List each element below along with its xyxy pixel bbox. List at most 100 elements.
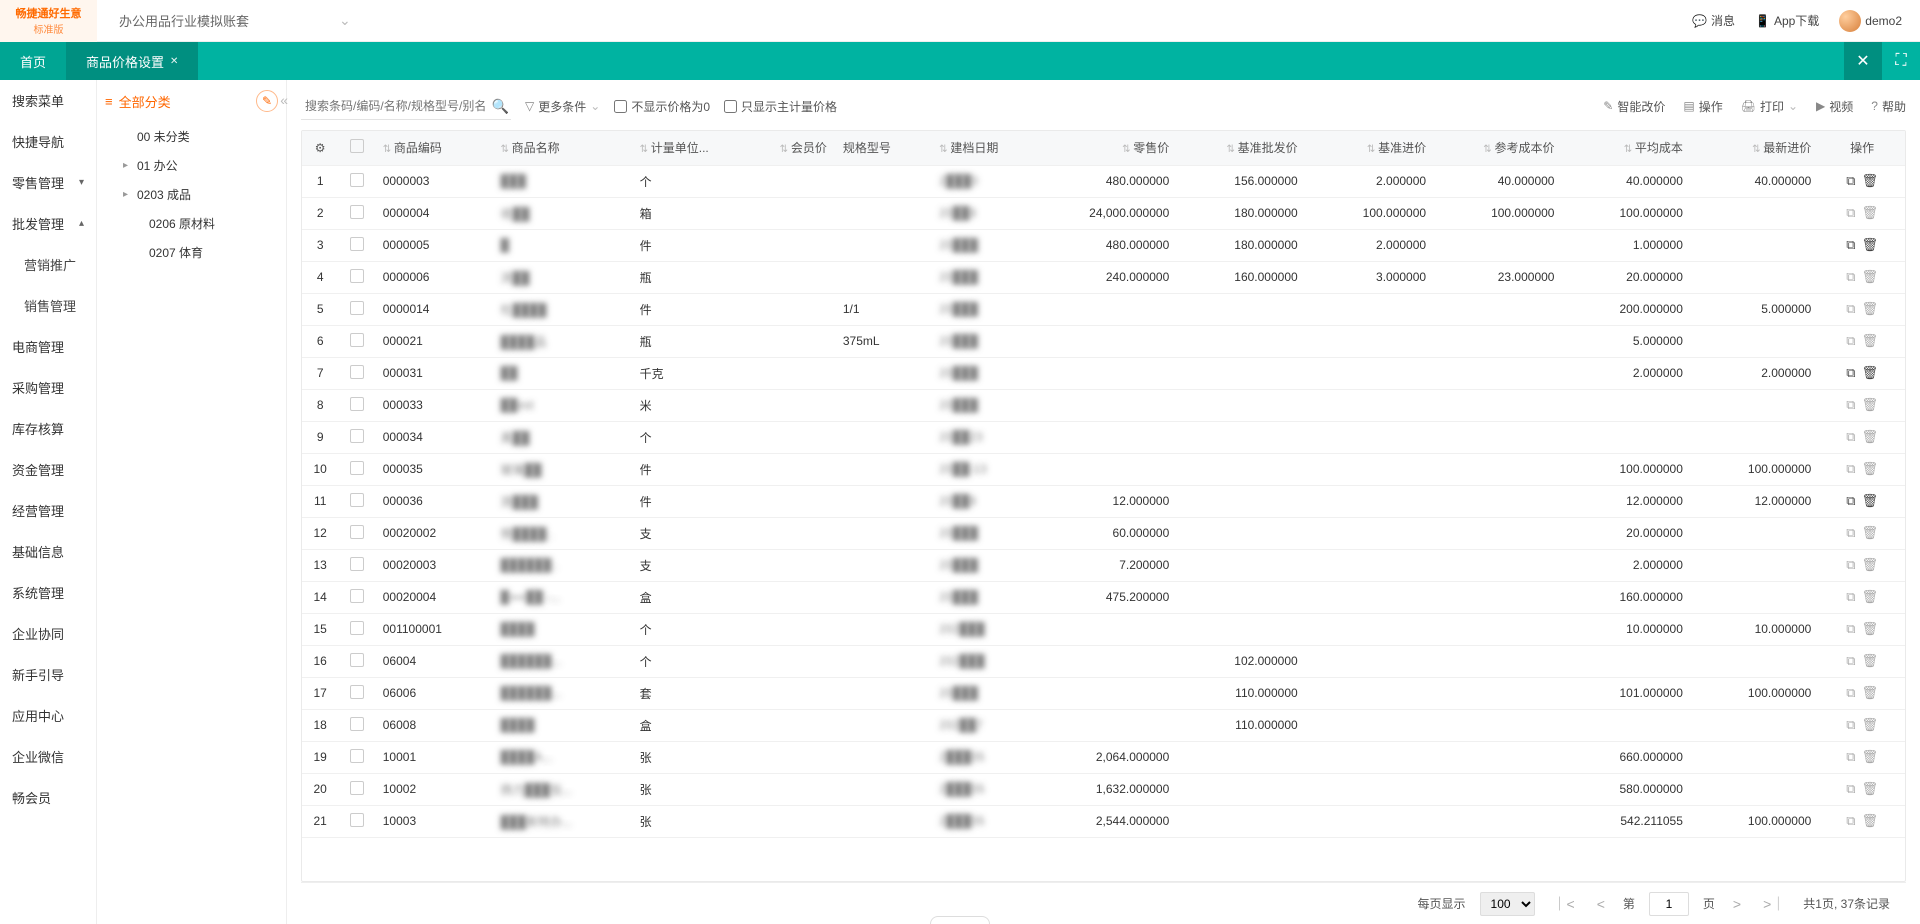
edit-icon[interactable]: ✎ (256, 90, 278, 112)
delete-icon[interactable]: 🗑 (1862, 781, 1879, 797)
delete-icon[interactable]: 🗑 (1862, 365, 1879, 381)
row-checkbox[interactable] (350, 589, 364, 603)
delete-icon[interactable]: 🗑 (1862, 653, 1879, 669)
delete-icon[interactable]: 🗑 (1862, 557, 1879, 573)
copy-icon[interactable]: ⧉ (1846, 205, 1855, 221)
tab-price-settings[interactable]: 商品价格设置✕ (66, 42, 198, 80)
table-row[interactable]: 1910001████A...张2███052,064.000000660.00… (302, 741, 1905, 773)
table-row[interactable]: 2010002扬力███信...张2███051,632.000000580.0… (302, 773, 1905, 805)
ops-button[interactable]: ▤操作 (1683, 98, 1722, 115)
copy-icon[interactable]: ⧉ (1846, 461, 1855, 477)
row-checkbox[interactable] (350, 397, 364, 411)
col-spec[interactable]: 规格型号 (835, 131, 931, 165)
row-checkbox[interactable] (350, 781, 364, 795)
table-row[interactable]: 9000034奥██个20██23⧉🗑 (302, 421, 1905, 453)
copy-icon[interactable]: ⧉ (1846, 173, 1855, 189)
copy-icon[interactable]: ⧉ (1846, 685, 1855, 701)
nav-item[interactable]: 销售管理 (0, 285, 96, 326)
col-date[interactable]: 建档日期 (931, 131, 1049, 165)
col-avgcost[interactable]: 平均成本 (1562, 131, 1690, 165)
copy-icon[interactable]: ⧉ (1846, 621, 1855, 637)
nav-item[interactable]: 资金管理 (0, 449, 96, 490)
search-input[interactable] (301, 92, 511, 120)
category-node[interactable]: ▸0203 成品 (105, 180, 278, 209)
delete-icon[interactable]: 🗑 (1862, 173, 1879, 189)
copy-icon[interactable]: ⧉ (1846, 589, 1855, 605)
col-member[interactable]: 会员价 (739, 131, 835, 165)
row-checkbox[interactable] (350, 429, 364, 443)
account-set-name[interactable]: 办公用品行业模拟账套 (119, 11, 249, 30)
app-download-link[interactable]: 📱App下载 (1755, 12, 1819, 29)
nav-item[interactable]: 零售管理▾ (0, 162, 96, 203)
table-row[interactable]: 1806008████盒202██7110.000000⧉🗑 (302, 709, 1905, 741)
copy-icon[interactable]: ⧉ (1846, 429, 1855, 445)
table-row[interactable]: 10000035玻璃██件20██-13100.000000100.000000… (302, 453, 1905, 485)
nav-item[interactable]: 库存核算 (0, 408, 96, 449)
copy-icon[interactable]: ⧉ (1846, 717, 1855, 733)
col-refcost[interactable]: 参考成本价 (1434, 131, 1562, 165)
delete-icon[interactable]: 🗑 (1862, 717, 1879, 733)
row-checkbox[interactable] (350, 493, 364, 507)
col-purchase[interactable]: 基准进价 (1306, 131, 1434, 165)
copy-icon[interactable]: ⧉ (1846, 237, 1855, 253)
footer-drag-handle[interactable] (930, 916, 990, 924)
nav-item[interactable]: 企业微信 (0, 736, 96, 777)
gear-icon[interactable]: ⚙ (315, 141, 326, 155)
table-row[interactable]: 1706006██████...套20███110.000000101.0000… (302, 677, 1905, 709)
per-page-select[interactable]: 100 (1480, 892, 1535, 916)
delete-icon[interactable]: 🗑 (1862, 429, 1879, 445)
nav-item[interactable]: 搜索菜单 (0, 80, 96, 121)
col-unit[interactable]: 计量单位... (632, 131, 739, 165)
row-checkbox[interactable] (350, 557, 364, 571)
copy-icon[interactable]: ⧉ (1846, 333, 1855, 349)
nav-item[interactable]: 基础信息 (0, 531, 96, 572)
print-button[interactable]: 🖨打印⌄ (1741, 98, 1798, 115)
nav-item[interactable]: 经营管理 (0, 490, 96, 531)
table-row[interactable]: 40000006浏██瓶20███240.000000160.0000003.0… (302, 261, 1905, 293)
table-row[interactable]: 20000004收██箱20██824,000.000000180.000000… (302, 197, 1905, 229)
close-all-tabs[interactable]: ✕ (1844, 42, 1882, 80)
col-idx[interactable]: ⚙ (302, 131, 338, 165)
row-checkbox[interactable] (350, 717, 364, 731)
col-wholesale[interactable]: 基准批发价 (1177, 131, 1305, 165)
row-checkbox[interactable] (350, 237, 364, 251)
table-row[interactable]: 50000014杜████件1/120███200.0000005.000000… (302, 293, 1905, 325)
nav-item[interactable]: 电商管理 (0, 326, 96, 367)
delete-icon[interactable]: 🗑 (1862, 589, 1879, 605)
nav-item[interactable]: 企业协同 (0, 613, 96, 654)
table-row[interactable]: 6000021████品瓶375mL20███5.000000⧉🗑 (302, 325, 1905, 357)
row-checkbox[interactable] (350, 621, 364, 635)
table-row[interactable]: 7000031██千克20███2.0000002.000000⧉🗑 (302, 357, 1905, 389)
collapse-icon[interactable]: « (280, 92, 288, 108)
delete-icon[interactable]: 🗑 (1862, 301, 1879, 317)
table-row[interactable]: 1400020004█══██ -...盒20███475.200000160.… (302, 581, 1905, 613)
delete-icon[interactable]: 🗑 (1862, 397, 1879, 413)
col-latest[interactable]: 最新进价 (1691, 131, 1819, 165)
col-retail[interactable]: 零售价 (1049, 131, 1177, 165)
copy-icon[interactable]: ⧉ (1846, 493, 1855, 509)
user-menu[interactable]: demo2 (1839, 10, 1902, 32)
select-all-checkbox[interactable] (350, 139, 364, 153)
fullscreen-icon[interactable]: ⛶ (1882, 52, 1920, 70)
hide-zero-checkbox[interactable]: 不显示价格为0 (614, 98, 710, 115)
copy-icon[interactable]: ⧉ (1846, 301, 1855, 317)
search-icon[interactable]: 🔍 (492, 98, 509, 115)
close-icon[interactable]: ✕ (170, 56, 178, 67)
col-name[interactable]: 商品名称 (492, 131, 631, 165)
last-page-icon[interactable]: >｜ (1759, 894, 1789, 914)
col-chk[interactable] (338, 131, 374, 165)
delete-icon[interactable]: 🗑 (1862, 685, 1879, 701)
delete-icon[interactable]: 🗑 (1862, 525, 1879, 541)
row-checkbox[interactable] (350, 653, 364, 667)
tab-home[interactable]: 首页 (0, 42, 66, 80)
nav-item[interactable]: 应用中心 (0, 695, 96, 736)
copy-icon[interactable]: ⧉ (1846, 525, 1855, 541)
nav-item[interactable]: 快捷导航 (0, 121, 96, 162)
table-row[interactable]: 1300020003██████ .支20███7.2000002.000000… (302, 549, 1905, 581)
more-filters[interactable]: ▽更多条件⌄ (525, 98, 600, 115)
chevron-down-icon[interactable]: ⌄ (339, 12, 351, 29)
row-checkbox[interactable] (350, 813, 364, 827)
row-checkbox[interactable] (350, 525, 364, 539)
table-row[interactable]: 11000036测███件20██812.00000012.00000012.0… (302, 485, 1905, 517)
delete-icon[interactable]: 🗑 (1862, 333, 1879, 349)
